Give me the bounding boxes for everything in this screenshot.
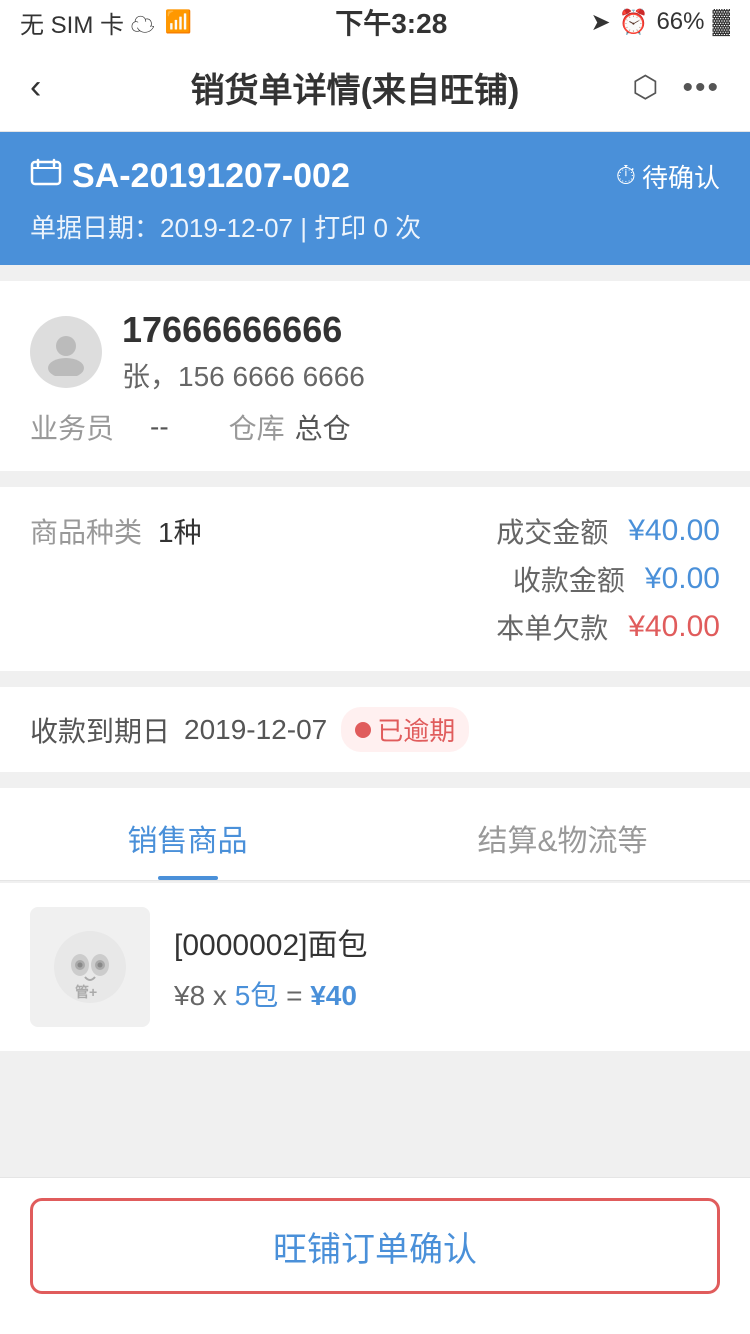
deal-amount-value: ¥40.00 bbox=[628, 514, 720, 548]
order-icon bbox=[30, 156, 62, 196]
warehouse-label: 仓库 bbox=[229, 407, 285, 447]
product-details: [0000002]面包 ¥8 x 5包 = ¥40 bbox=[174, 920, 720, 1014]
alarm-icon: ⏰ bbox=[619, 8, 649, 37]
deal-amount-label: 成交金额 bbox=[496, 511, 608, 551]
amount-summary: 成交金额 ¥40.00 收款金额 ¥0.00 本单欠款 ¥40.00 bbox=[496, 511, 720, 647]
customer-avatar bbox=[30, 316, 102, 388]
overdue-dot-icon bbox=[355, 722, 371, 738]
product-list: 管+ [0000002]面包 ¥8 x 5包 = ¥40 bbox=[0, 883, 750, 1052]
bottom-action-bar: 旺铺订单确认 bbox=[0, 1177, 750, 1334]
nav-bar: ‹ 销货单详情(来自旺铺) ⬡ ••• bbox=[0, 44, 750, 132]
due-date-card: 收款到期日 2019-12-07 已逾期 bbox=[0, 687, 750, 772]
status-left: 无 SIM 卡 ☁ 📶 bbox=[20, 5, 192, 40]
page-title: 销货单详情(来自旺铺) bbox=[90, 63, 620, 112]
customer-contact: 张，156 6666 6666 bbox=[122, 355, 365, 395]
customer-card: 17666666666 张，156 6666 6666 业务员 -- 仓库 总仓 bbox=[0, 281, 750, 471]
category-summary: 商品种类 1种 bbox=[30, 511, 202, 551]
overdue-badge: 已逾期 bbox=[341, 707, 469, 752]
location-icon: ➤ bbox=[590, 8, 610, 37]
product-name: [0000002]面包 bbox=[174, 920, 720, 964]
tab-settlement-logistics[interactable]: 结算&物流等 bbox=[375, 788, 750, 880]
sales-value: -- bbox=[150, 411, 169, 443]
summary-card: 商品种类 1种 成交金额 ¥40.00 收款金额 ¥0.00 本单欠款 ¥40.… bbox=[0, 487, 750, 671]
order-id: SA-20191207-002 bbox=[30, 156, 350, 196]
owed-amount-label: 本单欠款 bbox=[496, 607, 608, 647]
sim-label: 无 SIM 卡 ☁ bbox=[20, 5, 155, 40]
deal-amount-row: 成交金额 ¥40.00 bbox=[496, 511, 720, 551]
warehouse-value: 总仓 bbox=[295, 407, 351, 447]
battery-label: 66% bbox=[656, 8, 704, 36]
tab-sales-products[interactable]: 销售商品 bbox=[0, 788, 375, 880]
share-icon[interactable]: ⬡ bbox=[632, 70, 658, 105]
product-thumbnail: 管+ bbox=[30, 907, 150, 1027]
received-amount-value: ¥0.00 bbox=[645, 562, 720, 596]
order-status-badge: ⏱ 待确认 bbox=[616, 158, 720, 195]
total-price: ¥40 bbox=[310, 980, 357, 1011]
received-amount-label: 收款金额 bbox=[513, 559, 625, 599]
received-amount-row: 收款金额 ¥0.00 bbox=[513, 559, 720, 599]
quantity: 5包 bbox=[235, 980, 279, 1011]
status-bar: 无 SIM 卡 ☁ 📶 下午3:28 ➤ ⏰ 66% ▓ bbox=[0, 0, 750, 44]
nav-right-buttons: ⬡ ••• bbox=[620, 70, 720, 105]
category-value: 1种 bbox=[158, 511, 202, 551]
order-meta: 单据日期：2019-12-07 | 打印 0 次 bbox=[30, 208, 720, 245]
svg-text:管+: 管+ bbox=[75, 984, 97, 1000]
product-price-formula: ¥8 x 5包 = ¥40 bbox=[174, 974, 720, 1014]
owed-amount-value: ¥40.00 bbox=[628, 610, 720, 644]
sales-label: 业务员 bbox=[30, 407, 150, 447]
status-time: 下午3:28 bbox=[335, 2, 447, 42]
status-right: ➤ ⏰ 66% ▓ bbox=[590, 8, 730, 37]
wifi-icon: 📶 bbox=[165, 9, 192, 35]
due-date-value: 2019-12-07 bbox=[184, 714, 327, 746]
category-label: 商品种类 bbox=[30, 511, 142, 551]
order-header-card: SA-20191207-002 ⏱ 待确认 单据日期：2019-12-07 | … bbox=[0, 132, 750, 265]
customer-meta-row: 业务员 -- 仓库 总仓 bbox=[30, 407, 720, 447]
product-item: 管+ [0000002]面包 ¥8 x 5包 = ¥40 bbox=[0, 883, 750, 1052]
tab-bar: 销售商品 结算&物流等 bbox=[0, 788, 750, 881]
due-date-label: 收款到期日 bbox=[30, 710, 170, 750]
clock-icon: ⏱ bbox=[616, 160, 636, 192]
back-button[interactable]: ‹ bbox=[30, 68, 90, 107]
confirm-order-button[interactable]: 旺铺订单确认 bbox=[30, 1198, 720, 1294]
owed-amount-row: 本单欠款 ¥40.00 bbox=[496, 607, 720, 647]
more-icon[interactable]: ••• bbox=[682, 71, 720, 105]
price-unit: ¥8 bbox=[174, 980, 205, 1011]
customer-phone: 17666666666 bbox=[122, 309, 365, 351]
battery-icon: ▓ bbox=[712, 8, 730, 36]
